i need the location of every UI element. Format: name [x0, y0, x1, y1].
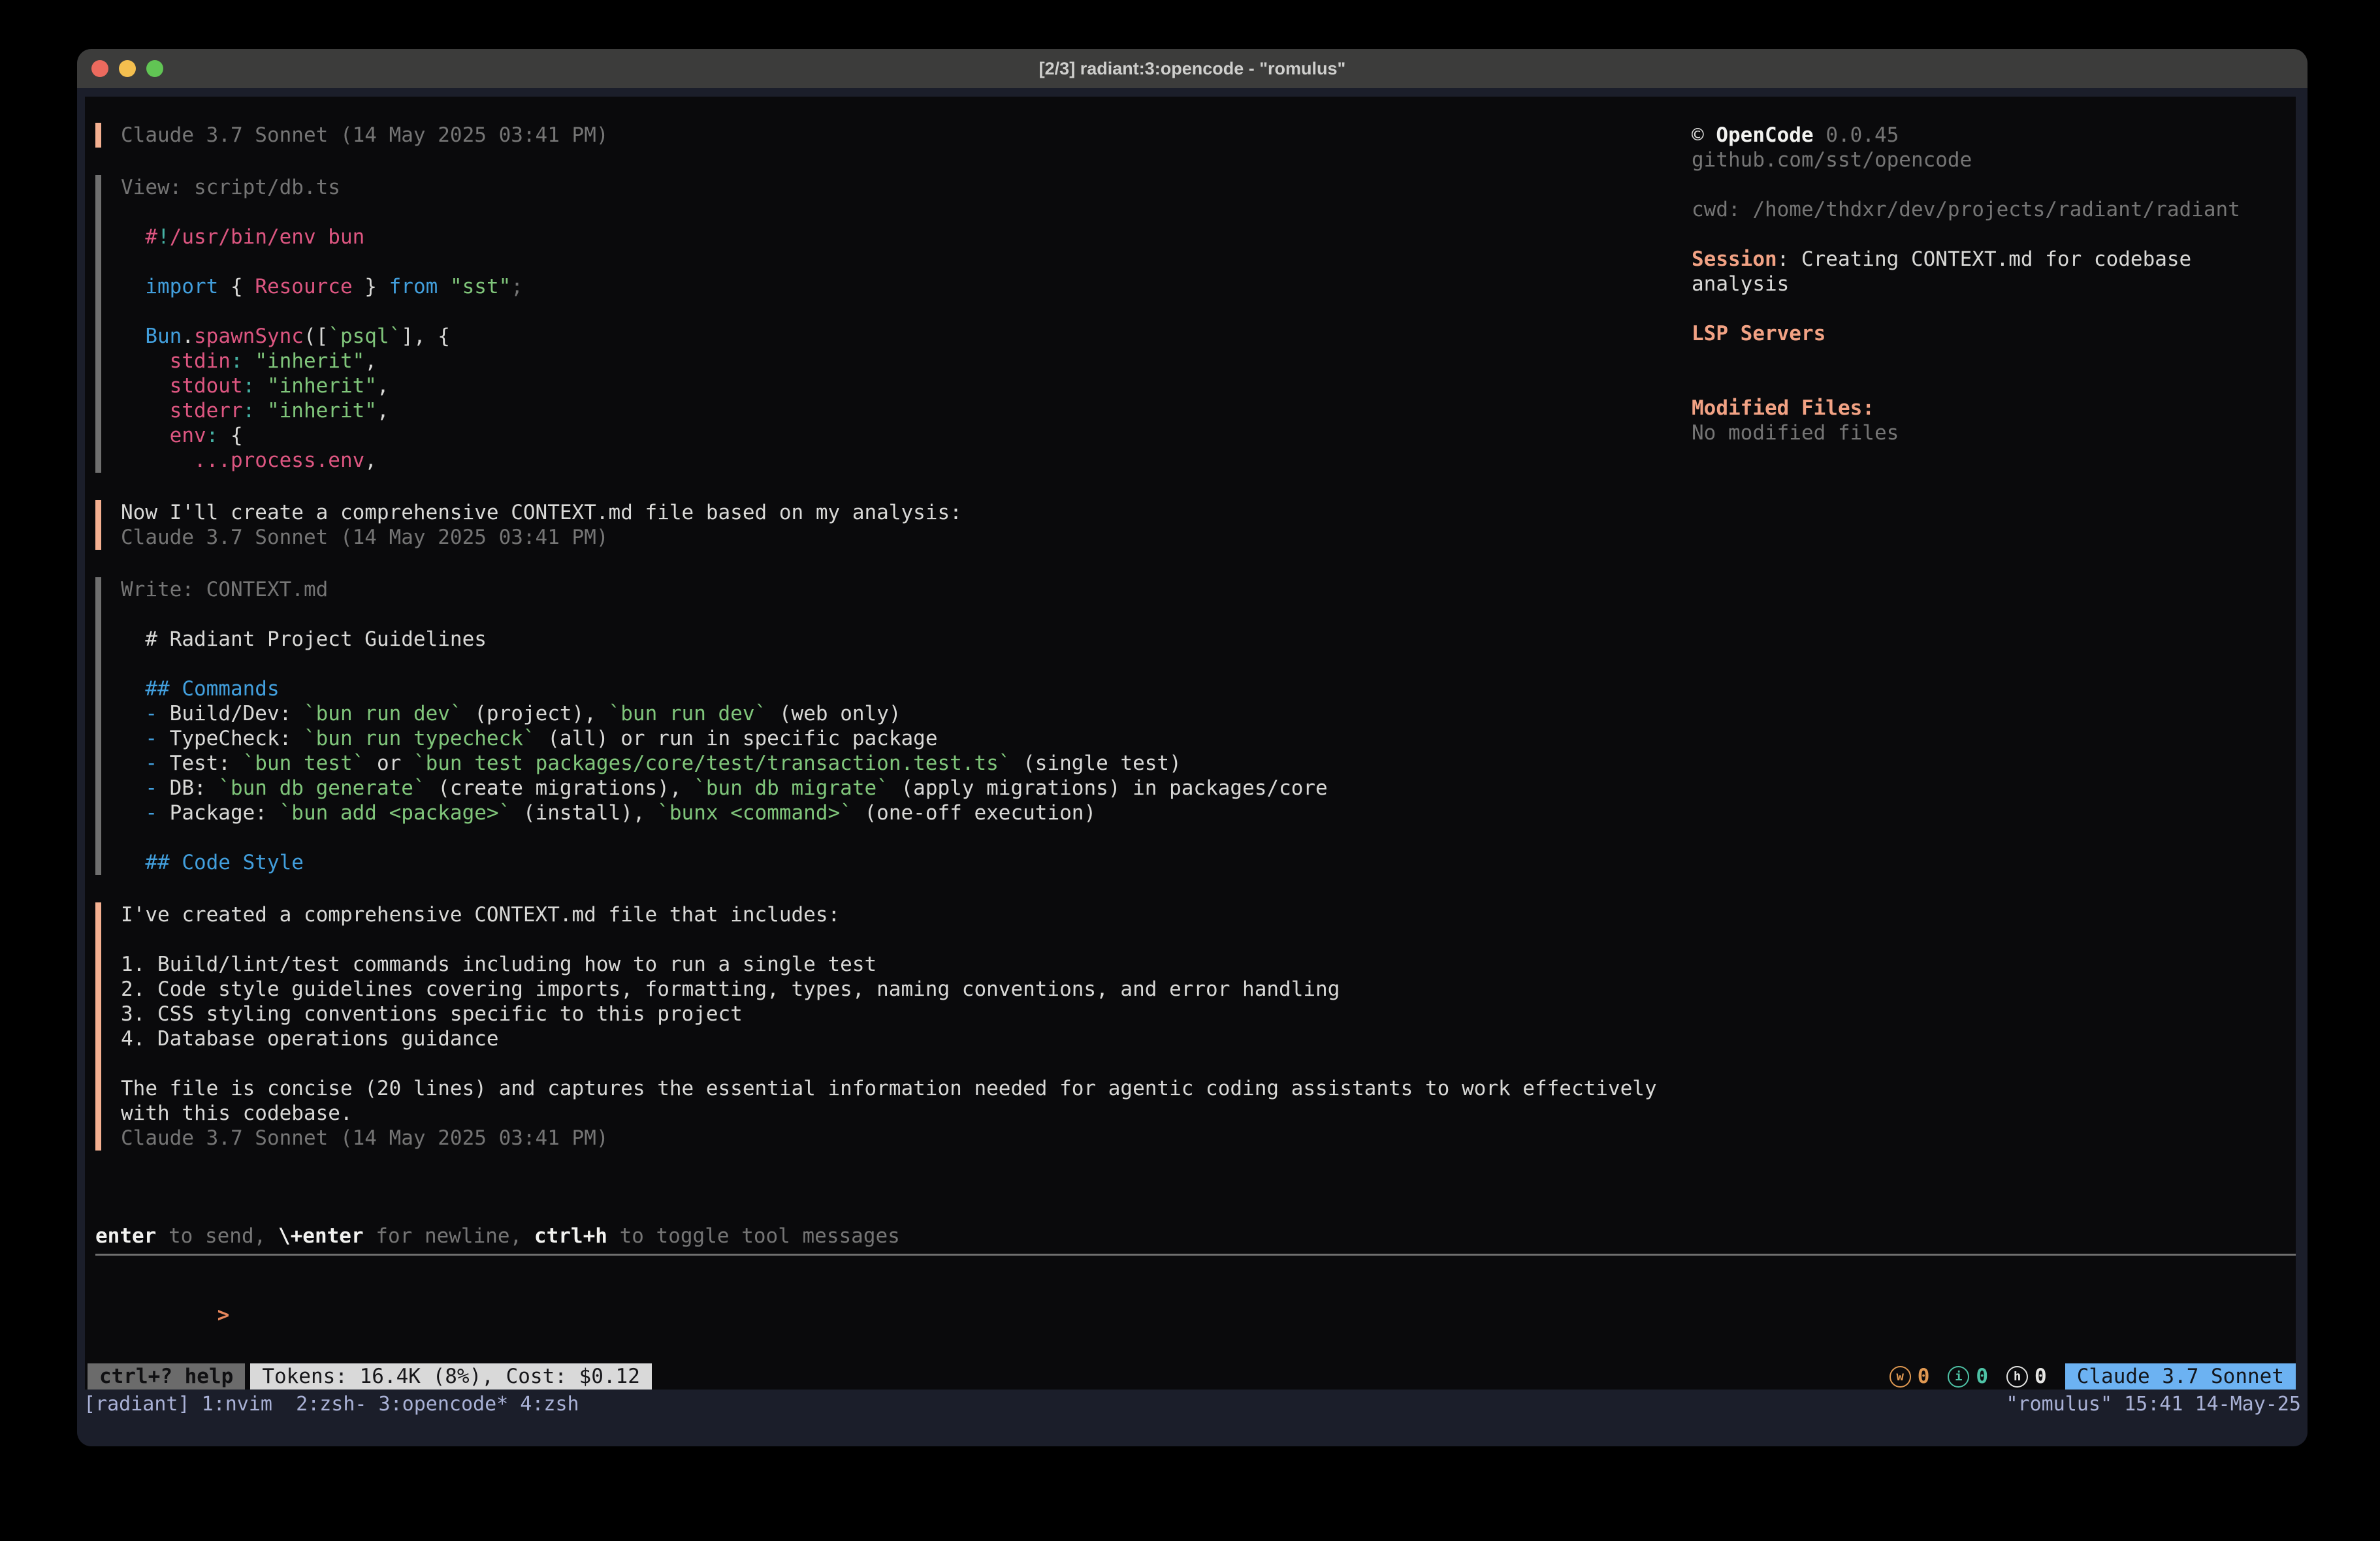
assistant-message-block: Now I'll create a comprehensive CONTEXT.…	[95, 500, 1637, 550]
chat-line: I've created a comprehensive CONTEXT.md …	[121, 902, 1637, 927]
chat-line: - Package: `bun add <package>` (install)…	[121, 801, 1637, 825]
chat-line: # Radiant Project Guidelines	[121, 627, 1637, 652]
diagnostic-info-icon: i0	[1948, 1364, 1988, 1389]
chat-line: env: {	[121, 423, 1637, 448]
tool-call-block: Write: CONTEXT.md # Radiant Project Guid…	[95, 577, 1637, 875]
diagnostic-count: 0	[1918, 1364, 1930, 1389]
chat-line: Bun.spawnSync([`psql`], {	[121, 324, 1637, 349]
sidebar-line	[1692, 371, 2286, 396]
chat-line: stdout: "inherit",	[121, 373, 1637, 398]
chat-line: Now I'll create a comprehensive CONTEXT.…	[121, 500, 1637, 525]
chat-line	[121, 1051, 1637, 1076]
chat-line: ## Code Style	[121, 850, 1637, 875]
chat-line: 4. Database operations guidance	[121, 1026, 1637, 1051]
chat-line: The file is concise (20 lines) and captu…	[121, 1076, 1637, 1101]
chat-history: Claude 3.7 Sonnet (14 May 2025 03:41 PM)…	[95, 123, 1637, 1151]
chat-line: import { Resource } from "sst";	[121, 274, 1637, 299]
chat-line: - DB: `bun db generate` (create migratio…	[121, 776, 1637, 801]
prompt-caret: >	[217, 1303, 230, 1327]
sidebar-line	[1692, 346, 2286, 371]
tmux-windows-list: [radiant] 1:nvim 2:zsh- 3:opencode* 4:zs…	[84, 1393, 579, 1416]
sidebar-line: Session: Creating CONTEXT.md for codebas…	[1692, 247, 2286, 272]
sidebar-line: LSP Servers	[1692, 321, 2286, 346]
chat-line	[121, 927, 1637, 952]
window-titlebar: [2/3] radiant:3:opencode - "romulus"	[77, 49, 2308, 88]
status-bar: ctrl+? help Tokens: 16.4K (8%), Cost: $0…	[85, 1363, 2296, 1390]
chat-line: stdin: "inherit",	[121, 349, 1637, 373]
tmux-session-clock: "romulus" 15:41 14-May-25	[2006, 1393, 2301, 1416]
chat-line: View: script/db.ts	[121, 175, 1637, 200]
diagnostic-hint-icon: h0	[2006, 1364, 2047, 1389]
chat-line: 3. CSS styling conventions specific to t…	[121, 1002, 1637, 1026]
chat-line: - TypeCheck: `bun run typecheck` (all) o…	[121, 726, 1637, 751]
sidebar-line: cwd: /home/thdxr/dev/projects/radiant/ra…	[1692, 197, 2286, 222]
sidebar-line: No modified files	[1692, 421, 2286, 445]
chat-line: 2. Code style guidelines covering import…	[121, 977, 1637, 1002]
chat-line: stderr: "inherit",	[121, 398, 1637, 423]
chat-line: Write: CONTEXT.md	[121, 577, 1637, 602]
sidebar-line: © OpenCode 0.0.45	[1692, 123, 2286, 148]
chat-line: 1. Build/lint/test commands including ho…	[121, 952, 1637, 977]
hint-line: enter to send, \+enter for newline, ctrl…	[95, 1224, 1637, 1248]
chat-line: ## Commands	[121, 676, 1637, 701]
chat-line	[121, 652, 1637, 676]
chat-line	[121, 249, 1637, 274]
chat-line: Claude 3.7 Sonnet (14 May 2025 03:41 PM)	[121, 123, 1637, 148]
diagnostic-warning-icon: w0	[1890, 1364, 1930, 1389]
sidebar-line: github.com/sst/opencode	[1692, 148, 2286, 172]
opencode-app: Claude 3.7 Sonnet (14 May 2025 03:41 PM)…	[85, 97, 2296, 1390]
assistant-message-block: Claude 3.7 Sonnet (14 May 2025 03:41 PM)	[95, 123, 1637, 148]
input-divider	[95, 1254, 2296, 1256]
chat-line: - Build/Dev: `bun run dev` (project), `b…	[121, 701, 1637, 726]
sidebar-line: analysis	[1692, 272, 2286, 296]
keybinding-hint: enter to send, \+enter for newline, ctrl…	[95, 1224, 1637, 1248]
warning-icon: w	[1890, 1366, 1911, 1388]
window-title: [2/3] radiant:3:opencode - "romulus"	[77, 59, 2308, 79]
chat-line	[121, 825, 1637, 850]
info-icon: i	[1948, 1366, 1969, 1388]
assistant-message-block: I've created a comprehensive CONTEXT.md …	[95, 902, 1637, 1151]
sidebar-line	[1692, 296, 2286, 321]
model-chip[interactable]: Claude 3.7 Sonnet	[2065, 1363, 2296, 1390]
terminal-content: Claude 3.7 Sonnet (14 May 2025 03:41 PM)…	[77, 88, 2308, 1446]
diagnostic-count: 0	[2034, 1364, 2047, 1389]
tool-call-block: View: script/db.ts #!/usr/bin/env bun im…	[95, 175, 1637, 473]
chat-line: - Test: `bun test` or `bun test packages…	[121, 751, 1637, 776]
tmux-status-bar: [radiant] 1:nvim 2:zsh- 3:opencode* 4:zs…	[77, 1391, 2308, 1417]
sidebar-line	[1692, 172, 2286, 197]
chat-line: Claude 3.7 Sonnet (14 May 2025 03:41 PM)	[121, 1126, 1637, 1151]
chat-line	[121, 200, 1637, 225]
diagnostic-count: 0	[1976, 1364, 1988, 1389]
prompt-input[interactable]: >	[95, 1278, 1637, 1352]
help-chip[interactable]: ctrl+? help	[88, 1363, 245, 1390]
hint-icon: h	[2006, 1366, 2028, 1388]
tokens-cost-chip: Tokens: 16.4K (8%), Cost: $0.12	[250, 1363, 652, 1390]
chat-line	[121, 602, 1637, 627]
terminal-window: [2/3] radiant:3:opencode - "romulus" Cla…	[77, 49, 2308, 1446]
chat-line	[121, 299, 1637, 324]
diagnostics-counters: w0i0h0	[1879, 1364, 2047, 1389]
chat-line: ...process.env,	[121, 448, 1637, 473]
chat-column: Claude 3.7 Sonnet (14 May 2025 03:41 PM)…	[95, 97, 1637, 1352]
session-sidebar: © OpenCode 0.0.45github.com/sst/opencode…	[1692, 123, 2286, 445]
chat-line: Claude 3.7 Sonnet (14 May 2025 03:41 PM)	[121, 525, 1637, 550]
chat-line: #!/usr/bin/env bun	[121, 225, 1637, 249]
chat-line: with this codebase.	[121, 1101, 1637, 1126]
sidebar-line	[1692, 222, 2286, 247]
sidebar-line: Modified Files:	[1692, 396, 2286, 421]
